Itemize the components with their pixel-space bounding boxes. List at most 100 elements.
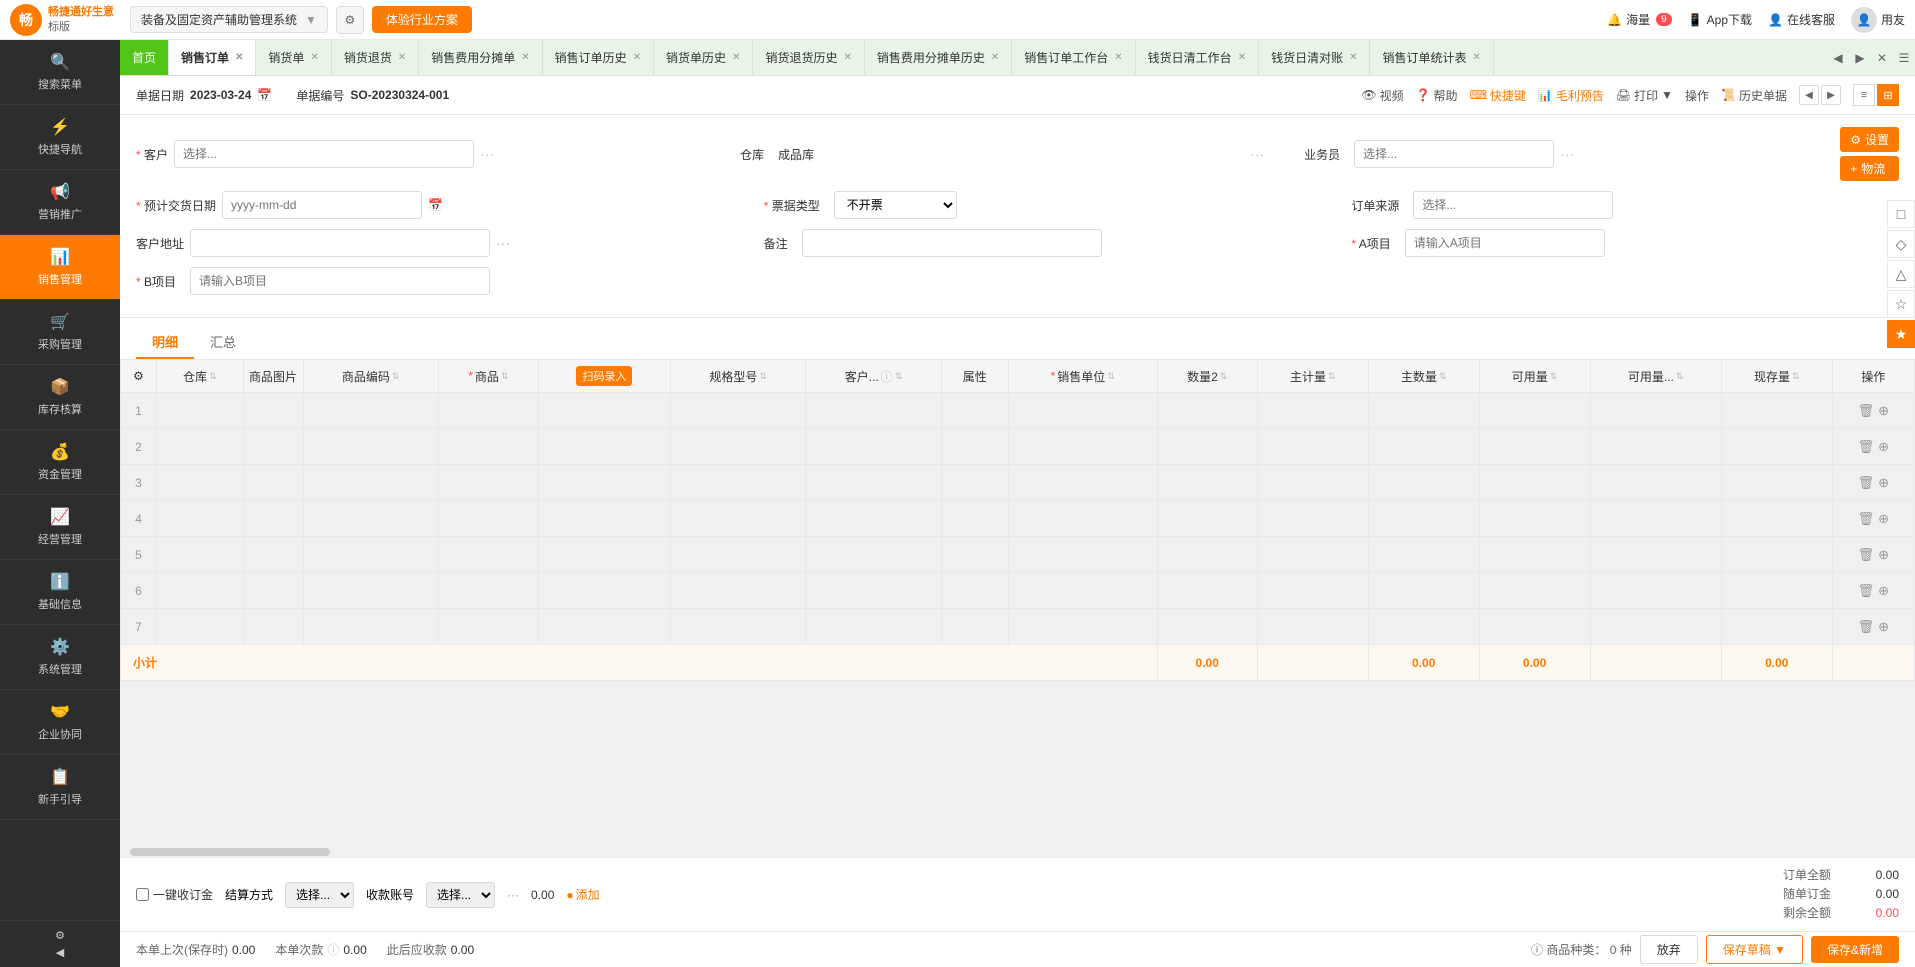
bank-account-select[interactable]: 选择...: [426, 882, 495, 908]
tab-close-all-btn[interactable]: ✕: [1871, 40, 1893, 76]
th-settings[interactable]: ⚙: [121, 360, 157, 393]
cell-qty2[interactable]: [1157, 465, 1257, 501]
tab-sales-order[interactable]: 销售订单 ✕: [169, 40, 256, 76]
row-copy-icon[interactable]: ⊕: [1878, 547, 1889, 563]
cell-warehouse[interactable]: [157, 609, 244, 645]
cell-current[interactable]: [1721, 393, 1832, 429]
delivery-date-input[interactable]: [222, 191, 422, 219]
tab-daily-workbench[interactable]: 钱货日清工作台 ✕: [1136, 40, 1259, 76]
salesperson-input[interactable]: [1354, 140, 1554, 168]
close-icon[interactable]: ✕: [310, 52, 318, 63]
cell-unit[interactable]: [1008, 465, 1157, 501]
cell-spec[interactable]: [671, 429, 806, 465]
cell-warehouse[interactable]: [157, 501, 244, 537]
warehouse-more-icon[interactable]: ···: [1250, 146, 1264, 162]
tab-summary[interactable]: 汇总: [194, 326, 252, 359]
cell-attribute[interactable]: [941, 501, 1008, 537]
sidebar-item-enterprise[interactable]: 🤝 企业协同: [0, 690, 120, 755]
row-copy-icon[interactable]: ⊕: [1878, 475, 1889, 491]
print-btn[interactable]: 🖨 打印 ▼: [1616, 87, 1673, 104]
close-icon[interactable]: ✕: [1238, 52, 1246, 63]
cell-available2[interactable]: [1590, 609, 1721, 645]
customer-more-icon[interactable]: ···: [480, 146, 494, 162]
row-delete-icon[interactable]: 🗑: [1858, 475, 1875, 491]
cell-warehouse[interactable]: [157, 573, 244, 609]
sidebar-item-sales[interactable]: 📊 销售管理: [0, 235, 120, 300]
row-copy-icon[interactable]: ⊕: [1878, 511, 1889, 527]
cell-product[interactable]: [438, 393, 538, 429]
sidebar-item-purchase[interactable]: 🛒 采购管理: [0, 300, 120, 365]
float-btn-3[interactable]: △: [1887, 260, 1915, 288]
cell-customer-code[interactable]: [806, 573, 941, 609]
sidebar-item-inventory[interactable]: 📦 库存核算: [0, 365, 120, 430]
calendar-icon[interactable]: 📅: [257, 88, 272, 102]
row-copy-icon[interactable]: ⊕: [1878, 403, 1889, 419]
cell-main-unit[interactable]: [1257, 393, 1368, 429]
cell-unit[interactable]: [1008, 537, 1157, 573]
settings-icon[interactable]: ⚙: [336, 6, 364, 34]
cell-current[interactable]: [1721, 501, 1832, 537]
tab-sales-order-history[interactable]: 销售订单历史 ✕: [543, 40, 654, 76]
cell-unit[interactable]: [1008, 573, 1157, 609]
cell-main-qty[interactable]: [1368, 429, 1479, 465]
cell-main-unit[interactable]: [1257, 537, 1368, 573]
cell-product[interactable]: [438, 501, 538, 537]
user-item[interactable]: 👤 用友: [1851, 7, 1905, 33]
cell-main-unit[interactable]: [1257, 573, 1368, 609]
cell-code[interactable]: [303, 393, 438, 429]
salesperson-more-icon[interactable]: ···: [1560, 146, 1574, 162]
address-more-icon[interactable]: ···: [496, 235, 510, 251]
quick-settle-checkbox[interactable]: 一键收订金: [136, 886, 213, 903]
cell-attribute[interactable]: [941, 573, 1008, 609]
cell-available2[interactable]: [1590, 537, 1721, 573]
sidebar-item-search[interactable]: 🔍 搜索菜单: [0, 40, 120, 105]
cell-code[interactable]: [303, 609, 438, 645]
sidebar-collapse-btn[interactable]: ◀: [56, 946, 64, 959]
row-copy-icon[interactable]: ⊕: [1878, 583, 1889, 599]
tab-sales-stats[interactable]: 销售订单统计表 ✕: [1370, 40, 1493, 76]
table-scroll[interactable]: ⚙ 仓库⇅ 商品图片 商品编码⇅ *商品⇅: [120, 359, 1915, 847]
cell-available2[interactable]: [1590, 429, 1721, 465]
cell-available2[interactable]: [1590, 573, 1721, 609]
close-icon[interactable]: ✕: [235, 52, 243, 63]
online-service-item[interactable]: 👤 在线客服: [1768, 11, 1835, 28]
cell-main-unit[interactable]: [1257, 429, 1368, 465]
cell-product[interactable]: [438, 573, 538, 609]
sidebar-settings-btn[interactable]: ⚙: [55, 929, 65, 942]
close-icon[interactable]: ✕: [1114, 52, 1122, 63]
a-project-input[interactable]: [1405, 229, 1605, 257]
cell-current[interactable]: [1721, 429, 1832, 465]
cell-available2[interactable]: [1590, 501, 1721, 537]
address-input[interactable]: [190, 229, 490, 257]
payment-method-select[interactable]: 选择...: [285, 882, 354, 908]
cell-warehouse[interactable]: [157, 429, 244, 465]
close-icon[interactable]: ✕: [732, 52, 740, 63]
tab-home[interactable]: 首页: [120, 40, 169, 76]
tab-next-btn[interactable]: ▶: [1849, 40, 1871, 76]
profit-btn[interactable]: 📊 毛利预告: [1538, 87, 1604, 104]
scroll-track[interactable]: [130, 848, 330, 856]
cell-attribute[interactable]: [941, 429, 1008, 465]
cell-main-qty[interactable]: [1368, 537, 1479, 573]
sidebar-item-finance[interactable]: 💰 资金管理: [0, 430, 120, 495]
tab-prev-btn[interactable]: ◀: [1827, 40, 1849, 76]
save-draft-btn[interactable]: 保存草稿 ▼: [1706, 935, 1803, 964]
cell-customer-code[interactable]: [806, 609, 941, 645]
close-icon[interactable]: ✕: [1349, 52, 1357, 63]
tab-expense-history[interactable]: 销售费用分摊单历史 ✕: [865, 40, 1012, 76]
tab-sales-invoice[interactable]: 销货单 ✕: [256, 40, 331, 76]
add-payment-btn[interactable]: ● 添加: [566, 886, 599, 903]
cell-available[interactable]: [1479, 537, 1590, 573]
cell-qty2[interactable]: [1157, 393, 1257, 429]
cell-code[interactable]: [303, 429, 438, 465]
tab-daily-reconcile[interactable]: 钱货日清对账 ✕: [1259, 40, 1370, 76]
cell-unit[interactable]: [1008, 609, 1157, 645]
float-btn-4[interactable]: ☆: [1887, 290, 1915, 318]
cell-current[interactable]: [1721, 537, 1832, 573]
cell-spec[interactable]: [671, 393, 806, 429]
remark-input[interactable]: [802, 229, 1102, 257]
row-delete-icon[interactable]: 🗑: [1858, 547, 1875, 563]
cell-main-qty[interactable]: [1368, 609, 1479, 645]
cell-qty2[interactable]: [1157, 429, 1257, 465]
float-btn-1[interactable]: □: [1887, 200, 1915, 228]
